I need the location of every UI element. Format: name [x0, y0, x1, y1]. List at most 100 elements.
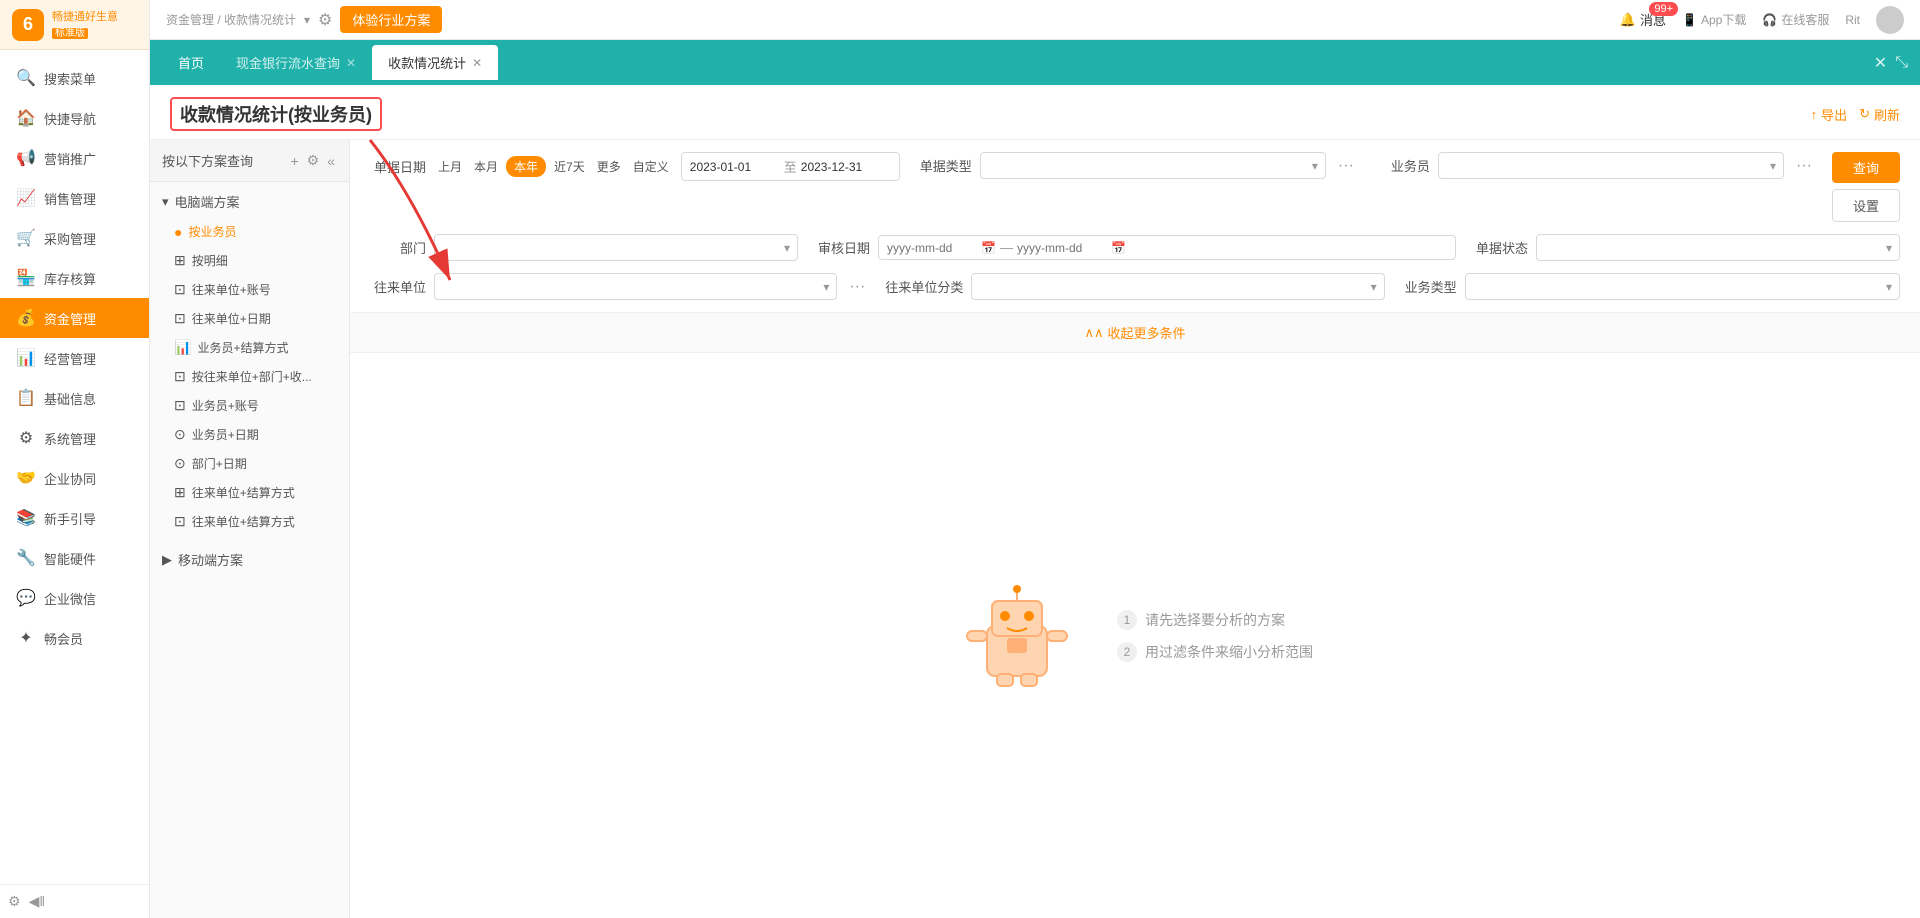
scheme-item-staff-payment[interactable]: 📊 业务员+结算方式: [150, 333, 349, 362]
calendar-to-icon[interactable]: 📅: [1111, 241, 1126, 255]
refresh-button[interactable]: ↻ 刷新: [1859, 105, 1900, 124]
date-btn-last-month[interactable]: 上月: [434, 156, 466, 177]
trial-button[interactable]: 体验行业方案: [340, 6, 442, 33]
breadcrumb-text: 资金管理 / 收款情况统计: [166, 11, 296, 28]
date-to-input[interactable]: [801, 160, 891, 174]
scheme-item-icon-ppd: ⊡: [174, 368, 186, 385]
date-from-input[interactable]: [690, 160, 780, 174]
dept-select[interactable]: [434, 234, 798, 261]
scheme-setting-btn[interactable]: ⚙: [305, 150, 322, 171]
tip-num-1: 1: [1117, 610, 1137, 630]
app-download-link[interactable]: 📱 App下载: [1682, 11, 1746, 28]
scheme-item-label-sa: 业务员+账号: [192, 397, 259, 414]
tab-close-all-btn[interactable]: ✕: [1874, 53, 1887, 73]
sidebar-item-smart-hardware[interactable]: 🔧 智能硬件: [0, 538, 149, 578]
type-more-btn[interactable]: ···: [1334, 157, 1358, 175]
bill-status-select[interactable]: [1536, 234, 1900, 261]
sidebar-item-inventory[interactable]: 🏪 库存核算: [0, 258, 149, 298]
sidebar-item-basic-info[interactable]: 📋 基础信息: [0, 378, 149, 418]
sidebar-item-purchase[interactable]: 🛒 采购管理: [0, 218, 149, 258]
sidebar-item-search-menu[interactable]: 🔍 搜索菜单: [0, 58, 149, 98]
scheme-item-partner-settlement2[interactable]: ⊡ 往来单位+结算方式: [150, 507, 349, 536]
scheme-panel-title: 按以下方案查询: [162, 151, 253, 170]
scheme-item-staff-account[interactable]: ⊡ 业务员+账号: [150, 391, 349, 420]
settings-icon-btn[interactable]: ⚙: [318, 10, 332, 30]
scheme-item-label-staff: 按业务员: [188, 223, 236, 240]
scheme-item-dept-date[interactable]: ⊙ 部门+日期: [150, 449, 349, 478]
sidebar-item-label: 营销推广: [44, 149, 96, 168]
collection-stats-label: 收款情况统计: [388, 53, 466, 72]
calendar-from-icon[interactable]: 📅: [981, 241, 996, 255]
tip-text-1: 请先选择要分析的方案: [1145, 610, 1285, 630]
type-select[interactable]: [980, 152, 1326, 179]
audit-date-to-input[interactable]: [1017, 241, 1107, 255]
partner-more-btn[interactable]: ···: [845, 278, 869, 296]
scheme-collapse-btn[interactable]: «: [325, 150, 337, 171]
tab-home[interactable]: 首页: [162, 45, 220, 80]
partner-category-select[interactable]: [971, 273, 1384, 300]
sidebar-item-marketing[interactable]: 📢 营销推广: [0, 138, 149, 178]
partner-select-wrapper: [434, 273, 837, 300]
scheme-item-label-pd: 往来单位+日期: [192, 310, 271, 327]
staff-more-btn[interactable]: ···: [1792, 157, 1816, 175]
sidebar-item-quick-nav[interactable]: 🏠 快捷导航: [0, 98, 149, 138]
date-btn-last-7days[interactable]: 近7天: [550, 156, 589, 177]
export-button[interactable]: ↑ 导出: [1811, 105, 1848, 124]
scheme-item-detail[interactable]: ⊞ 按明细: [150, 246, 349, 275]
date-range-group: 至: [681, 152, 900, 181]
sidebar-item-wechat[interactable]: 💬 企业微信: [0, 578, 149, 618]
sidebar-item-finance[interactable]: 💰 资金管理: [0, 298, 149, 338]
sidebar-item-enterprise[interactable]: 🤝 企业协同: [0, 458, 149, 498]
tab-close-bank-flow[interactable]: ✕: [346, 56, 356, 70]
scheme-add-btn[interactable]: +: [288, 150, 300, 171]
staff-label: 业务员: [1374, 156, 1430, 175]
headset-icon: 🎧: [1762, 13, 1777, 27]
scheme-item-label-sd: 业务员+日期: [192, 426, 259, 443]
staff-select[interactable]: [1438, 152, 1784, 179]
tab-close-collection-stats[interactable]: ✕: [472, 56, 482, 70]
date-btn-more[interactable]: 更多: [593, 156, 625, 177]
scheme-item-label-pa: 往来单位+账号: [192, 281, 271, 298]
tab-collection-stats[interactable]: 收款情况统计 ✕: [372, 45, 498, 80]
business-type-select-wrapper: [1465, 273, 1900, 300]
collapse-conditions-btn[interactable]: ∧∧ 收起更多条件: [1084, 323, 1185, 342]
scheme-item-partner-date[interactable]: ⊡ 往来单位+日期: [150, 304, 349, 333]
scheme-section-mobile-header[interactable]: ▶ 移动端方案: [150, 544, 349, 575]
scheme-item-staff-date[interactable]: ⊙ 业务员+日期: [150, 420, 349, 449]
scheme-item-partner-account[interactable]: ⊡ 往来单位+账号: [150, 275, 349, 304]
user-avatar[interactable]: [1876, 6, 1904, 34]
scheme-item-partner-settlement1[interactable]: ⊞ 往来单位+结算方式: [150, 478, 349, 507]
scheme-panel-header: 按以下方案查询 + ⚙ «: [150, 140, 349, 182]
sidebar-settings-btn[interactable]: ⚙: [8, 893, 21, 910]
date-btn-custom[interactable]: 自定义: [629, 156, 673, 177]
scheme-item-partner-dept[interactable]: ⊡ 按往来单位+部门+收...: [150, 362, 349, 391]
sidebar-item-sales[interactable]: 📈 销售管理: [0, 178, 149, 218]
partner-select[interactable]: [434, 273, 837, 300]
scheme-item-icon-ps2: ⊡: [174, 513, 186, 530]
business-type-select[interactable]: [1465, 273, 1900, 300]
sidebar-item-operations[interactable]: 📊 经营管理: [0, 338, 149, 378]
notification-area[interactable]: 🔔 消息 99+: [1620, 10, 1666, 29]
sidebar-collapse-btn[interactable]: ◀‖: [29, 893, 46, 910]
date-btn-this-year[interactable]: 本年: [506, 156, 546, 177]
audit-date-from-input[interactable]: [887, 241, 977, 255]
user-name-display[interactable]: Rit: [1845, 13, 1860, 27]
partner-label: 往来单位: [370, 277, 426, 296]
tab-expand-btn[interactable]: ⤡: [1895, 54, 1908, 72]
sidebar-item-label: 库存核算: [44, 269, 96, 288]
sidebar-item-new-guide[interactable]: 📚 新手引导: [0, 498, 149, 538]
online-service-link[interactable]: 🎧 在线客服: [1762, 11, 1829, 28]
breadcrumb-chevron[interactable]: ▾: [304, 13, 310, 27]
scheme-section-desktop-header[interactable]: ▾ 电脑端方案: [150, 186, 349, 217]
logo-icon: 6: [12, 9, 44, 41]
query-button[interactable]: 查询: [1832, 152, 1900, 183]
date-btn-this-month[interactable]: 本月: [470, 156, 502, 177]
sidebar-item-system[interactable]: ⚙ 系统管理: [0, 418, 149, 458]
filter-settings-button[interactable]: 设置: [1832, 189, 1900, 222]
collapse-icon: ∧∧: [1084, 325, 1103, 341]
scheme-item-icon-sp: 📊: [174, 339, 191, 356]
tab-bank-flow[interactable]: 现金银行流水查询 ✕: [220, 45, 372, 80]
scheme-section-mobile-label: 移动端方案: [178, 550, 243, 569]
sidebar-item-vip[interactable]: ✦ 畅会员: [0, 618, 149, 658]
scheme-item-by-staff[interactable]: ● 按业务员: [150, 217, 349, 246]
